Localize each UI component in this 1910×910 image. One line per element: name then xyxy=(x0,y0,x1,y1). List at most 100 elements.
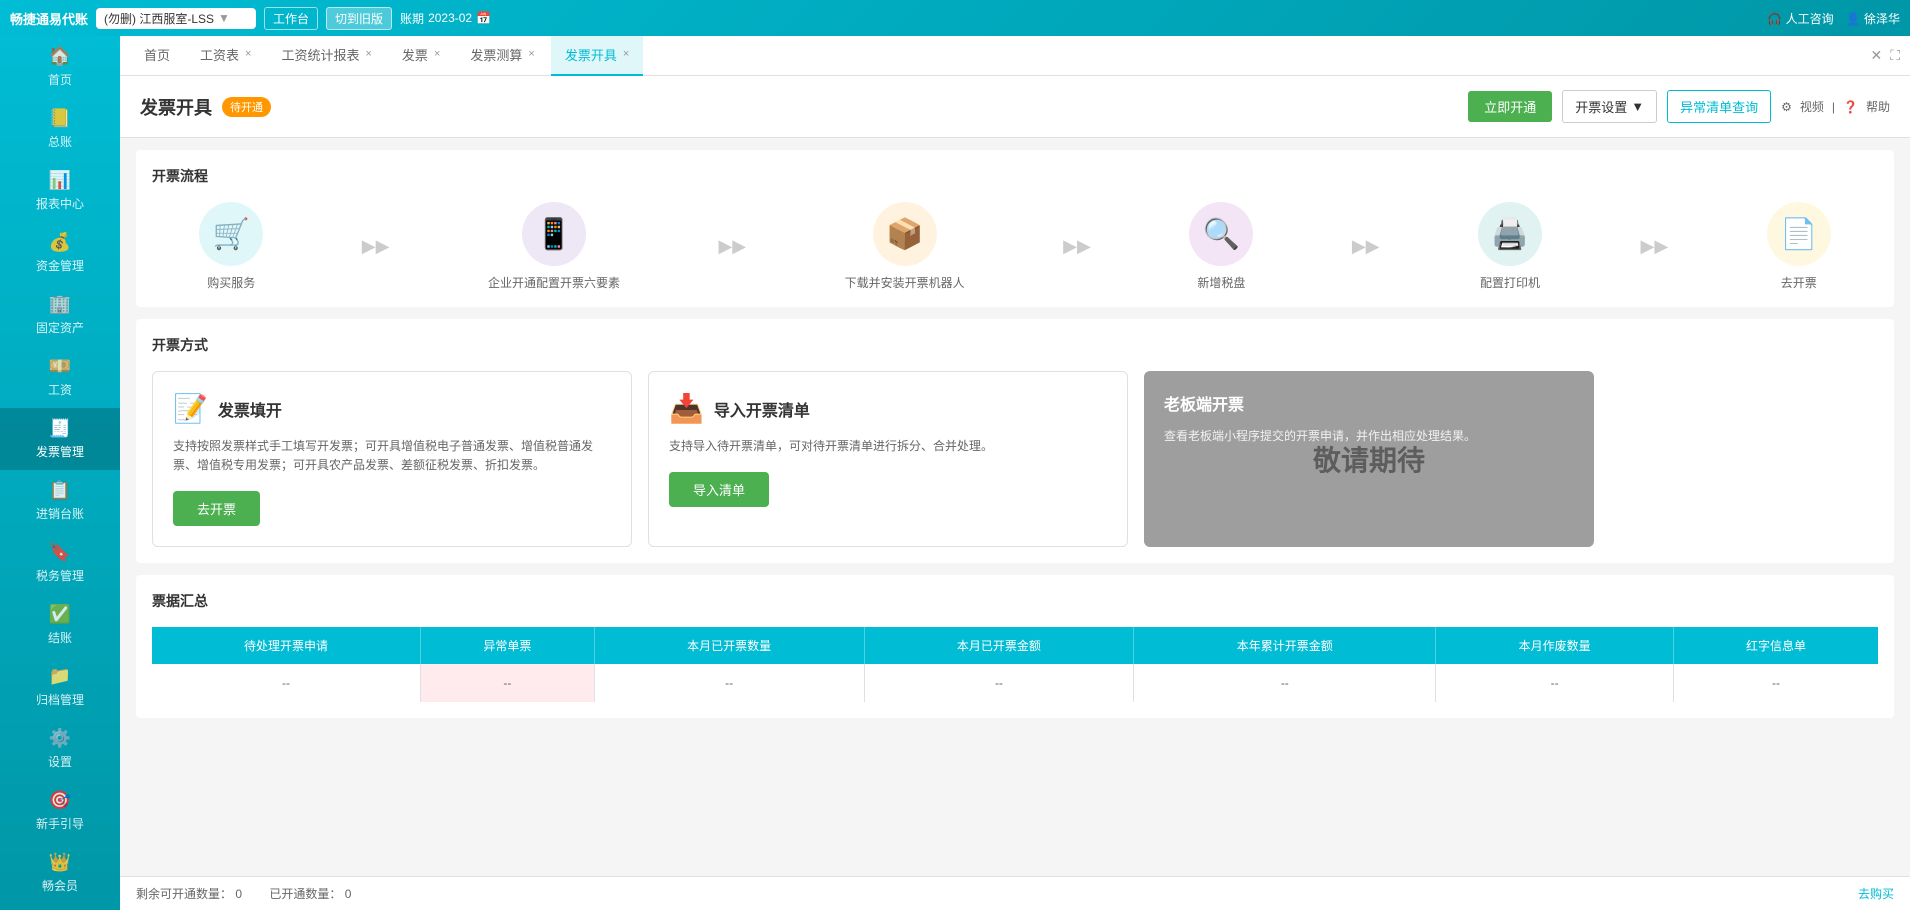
sidebar-label-ledger: 总账 xyxy=(48,133,72,150)
flow-step-buy: 🛒 购买服务 xyxy=(199,202,263,291)
flow-step-config: 📱 企业开通配置开票六要素 xyxy=(488,202,620,291)
sidebar-item-purchase[interactable]: 📋 进销台账 xyxy=(0,470,120,532)
issue-label: 去开票 xyxy=(1781,274,1817,291)
summary-section: 票据汇总 待处理开票申请 异常单票 本月已开票数量 本月已开票金额 本年累计开票… xyxy=(136,575,1894,718)
close-all-icon[interactable]: ✕ xyxy=(1870,47,1882,64)
arrow-icon-4: ▶▶ xyxy=(1352,236,1380,257)
sidebar-label-settlement: 结账 xyxy=(48,629,72,646)
go-issue-button[interactable]: 去开票 xyxy=(173,491,260,526)
unpin-button[interactable]: 📌 取消固定 xyxy=(0,904,120,910)
tab-salary-report-close[interactable]: × xyxy=(365,49,371,60)
flow-step-taxplate: 🔍 新增税盘 xyxy=(1189,202,1253,291)
sidebar-item-assets[interactable]: 🏢 固定资产 xyxy=(0,284,120,346)
company-selector[interactable]: (勿删) 江西服室-LSS ▼ xyxy=(96,8,256,29)
sidebar-item-home[interactable]: 🏠 首页 xyxy=(0,36,120,98)
method-cards: 📝 发票填开 支持按照发票样式手工填写开发票；可开具增值税电子普通发票、增值税普… xyxy=(152,371,1878,547)
arrow-icon-1: ▶▶ xyxy=(362,236,390,257)
period-label: 账期 2023-02 📅 xyxy=(400,10,491,27)
sidebar-item-salary[interactable]: 💴 工资 xyxy=(0,346,120,408)
support-button[interactable]: 🎧 人工咨询 xyxy=(1767,10,1833,27)
user-avatar[interactable]: 👤 徐泽华 xyxy=(1846,10,1900,27)
buy-service-icon-wrap: 🛒 xyxy=(199,202,263,266)
abnormal-query-button[interactable]: 异常清单查询 xyxy=(1667,90,1771,123)
sidebar-label-purchase: 进销台账 xyxy=(36,505,84,522)
method-section: 开票方式 📝 发票填开 支持按照发票样式手工填写开发票；可开具增值税电子普通发票… xyxy=(136,319,1894,563)
printer-label: 配置打印机 xyxy=(1480,274,1540,291)
tab-invoice-list[interactable]: 发票 × xyxy=(388,36,454,76)
bottom-bar: 剩余可开通数量： 0 已开通数量： 0 去购买 xyxy=(120,876,1910,910)
assets-icon: 🏢 xyxy=(49,294,71,315)
method-section-title: 开票方式 xyxy=(152,335,1878,355)
summary-col-pending: 待处理开票申请 xyxy=(152,627,421,664)
help-icon: ❓ xyxy=(1843,100,1858,114)
issue-icon-wrap: 📄 xyxy=(1767,202,1831,266)
open-now-button[interactable]: 立即开通 xyxy=(1468,91,1552,122)
sidebar-item-settlement[interactable]: ✅ 结账 xyxy=(0,594,120,656)
workspace-button[interactable]: 工作台 xyxy=(264,7,318,30)
sidebar-item-ledger[interactable]: 📒 总账 xyxy=(0,98,120,160)
sidebar-item-reports[interactable]: 📊 报表中心 xyxy=(0,160,120,222)
download-icon: 📦 xyxy=(886,217,923,252)
tax-icon: 🔖 xyxy=(49,542,71,563)
chevron-down-icon: ▼ xyxy=(1631,99,1644,114)
flow-section: 开票流程 🛒 购买服务 ▶▶ 📱 企业开通配置开票六要素 xyxy=(136,150,1894,307)
expand-icon[interactable]: ⛶ xyxy=(1890,47,1900,64)
open-settings-button[interactable]: 开票设置 ▼ xyxy=(1562,90,1657,123)
sidebar-item-invoice[interactable]: 🧾 发票管理 xyxy=(0,408,120,470)
download-label: 下载并安装开票机器人 xyxy=(845,274,965,291)
buy-link[interactable]: 去购买 xyxy=(1858,885,1894,902)
avatar-icon: 👤 xyxy=(1846,12,1861,26)
gear-icon: ⚙️ xyxy=(49,728,71,749)
buy-service-label: 购买服务 xyxy=(207,274,255,291)
sidebar-item-tax[interactable]: 🔖 税务管理 xyxy=(0,532,120,594)
import-list-button[interactable]: 导入清单 xyxy=(669,472,769,507)
page-actions: 立即开通 开票设置 ▼ 异常清单查询 ⚙ 视频 | ❓ 帮助 xyxy=(1468,90,1890,123)
main-layout: 🏠 首页 📒 总账 📊 报表中心 💰 资金管理 🏢 固定资产 💴 工资 🧾 发票… xyxy=(0,36,1910,910)
sidebar-item-archive[interactable]: 📁 归档管理 xyxy=(0,656,120,718)
video-label: 视频 xyxy=(1800,98,1824,115)
company-name: (勿删) 江西服室-LSS xyxy=(104,10,214,27)
sidebar-label-settings: 设置 xyxy=(48,753,72,770)
sidebar-item-settings[interactable]: ⚙️ 设置 xyxy=(0,718,120,780)
switch-old-button[interactable]: 切到旧版 xyxy=(326,7,392,30)
download-icon-wrap: 📦 xyxy=(873,202,937,266)
sidebar: 🏠 首页 📒 总账 📊 报表中心 💰 资金管理 🏢 固定资产 💴 工资 🧾 发票… xyxy=(0,36,120,910)
tab-invoice-calc-close[interactable]: × xyxy=(528,49,534,60)
calendar-icon[interactable]: 📅 xyxy=(476,11,491,25)
sidebar-item-member[interactable]: 👑 畅会员 xyxy=(0,842,120,904)
method-card-manual: 📝 发票填开 支持按照发票样式手工填写开发票；可开具增值税电子普通发票、增值税普… xyxy=(152,371,632,547)
chevron-down-icon: ▼ xyxy=(218,11,230,25)
status-badge: 待开通 xyxy=(222,97,271,117)
method-card-import: 📥 导入开票清单 支持导入待开票清单，可对待开票清单进行拆分、合并处理。 导入清… xyxy=(648,371,1128,547)
sidebar-label-funds: 资金管理 xyxy=(36,257,84,274)
sidebar-item-guide[interactable]: 🎯 新手引导 xyxy=(0,780,120,842)
purchase-icon: 📋 xyxy=(49,480,71,501)
tab-salary-report[interactable]: 工资统计报表 × xyxy=(267,36,385,76)
tab-invoice-issue-close[interactable]: × xyxy=(623,49,629,60)
sidebar-label-archive: 归档管理 xyxy=(36,691,84,708)
cell-month-amount: -- xyxy=(864,664,1134,702)
flow-step-download: 📦 下载并安装开票机器人 xyxy=(845,202,965,291)
tab-invoice-list-close[interactable]: × xyxy=(434,49,440,60)
arrow-icon-2: ▶▶ xyxy=(718,236,746,257)
old-card-title: 老板端开票 xyxy=(1164,391,1574,415)
period-value: 2023-02 xyxy=(428,11,472,25)
flow-section-title: 开票流程 xyxy=(152,166,1878,186)
tab-invoice-calc[interactable]: 发票测算 × xyxy=(456,36,548,76)
flow-steps: 🛒 购买服务 ▶▶ 📱 企业开通配置开票六要素 ▶▶ xyxy=(152,202,1878,291)
sidebar-item-funds[interactable]: 💰 资金管理 xyxy=(0,222,120,284)
tab-salary-table-label: 工资表 xyxy=(200,45,239,64)
cell-month-count: -- xyxy=(594,664,864,702)
tab-salary-table[interactable]: 工资表 × xyxy=(186,36,265,76)
top-bar-left: 畅捷通易代账 (勿删) 江西服室-LSS ▼ 工作台 切到旧版 账期 2023-… xyxy=(10,7,491,30)
cell-red: -- xyxy=(1674,664,1878,702)
sidebar-label-member: 畅会员 xyxy=(42,877,78,894)
tab-invoice-issue[interactable]: 发票开具 × xyxy=(551,36,643,76)
divider: | xyxy=(1832,100,1835,114)
tab-home[interactable]: 首页 xyxy=(130,36,184,76)
tab-salary-table-close[interactable]: × xyxy=(245,49,251,60)
summary-col-month-count: 本月已开票数量 xyxy=(594,627,864,664)
summary-section-title: 票据汇总 xyxy=(152,591,1878,611)
sidebar-label-reports: 报表中心 xyxy=(36,195,84,212)
sidebar-label-invoice: 发票管理 xyxy=(36,443,84,460)
